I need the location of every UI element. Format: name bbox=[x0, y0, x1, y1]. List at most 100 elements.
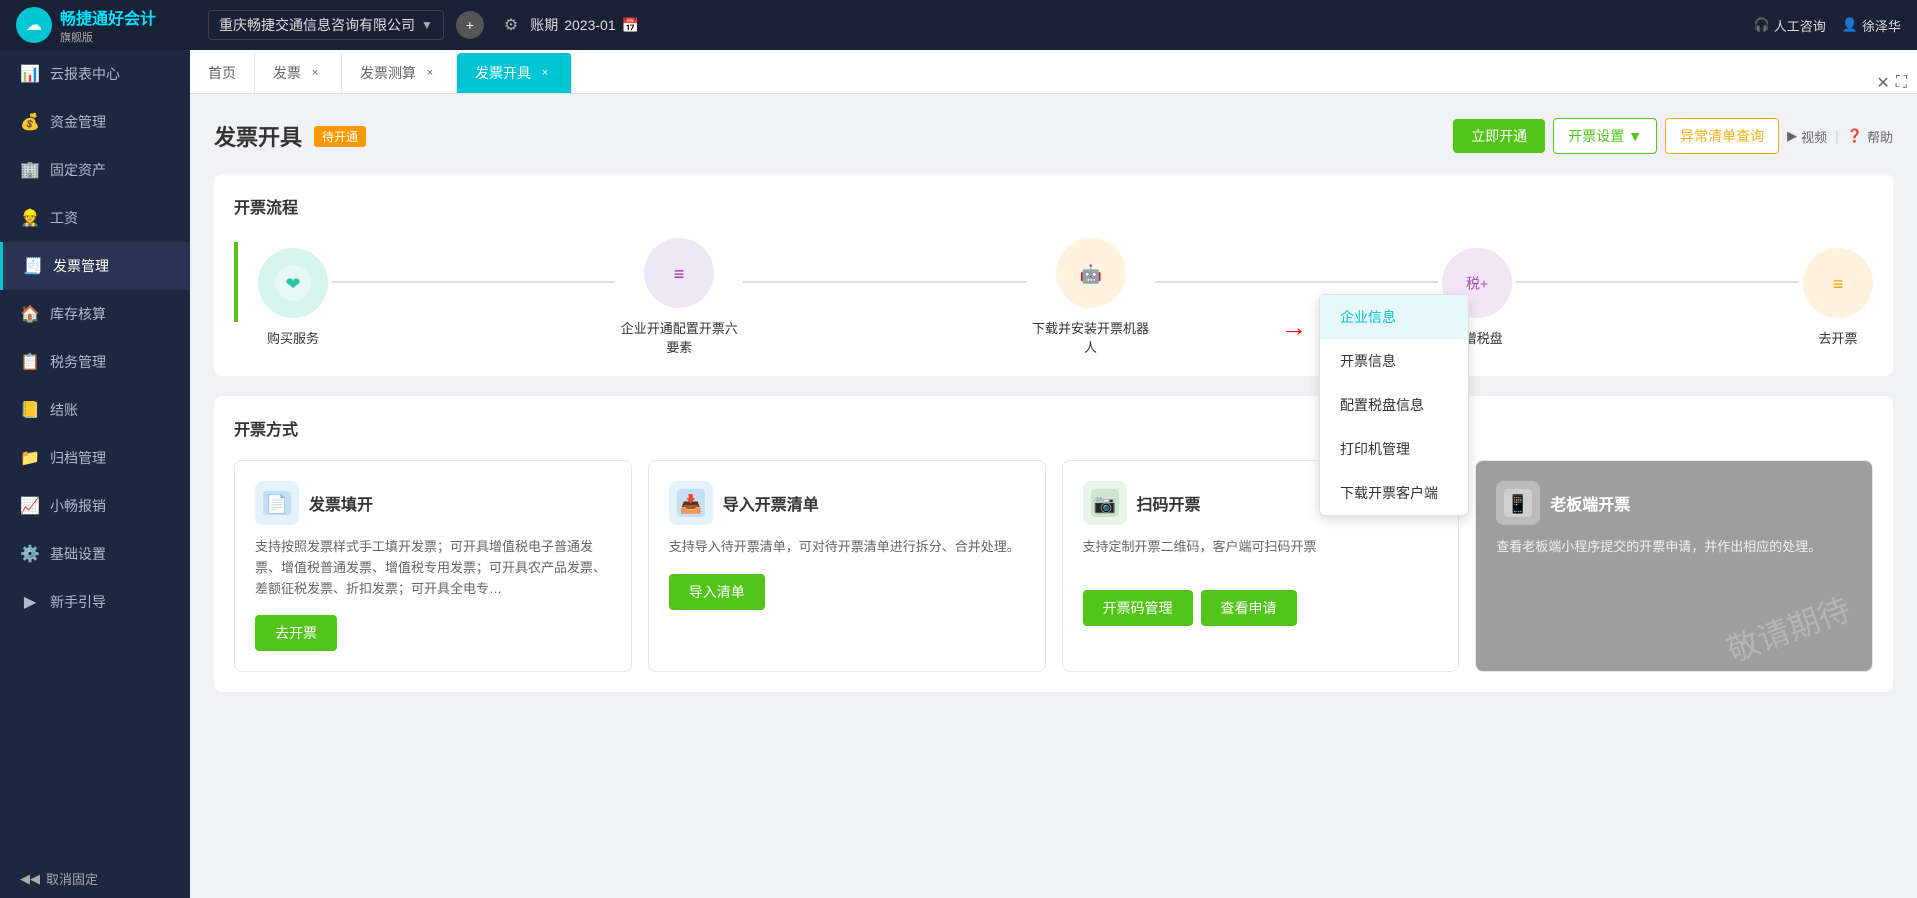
company-name: 重庆畅捷交通信息咨询有限公司 bbox=[219, 15, 415, 35]
period-label: 账期 bbox=[530, 15, 558, 35]
method-2-button[interactable]: 导入清单 bbox=[669, 574, 765, 610]
flow-connector-3 bbox=[1155, 281, 1438, 283]
human-consult-button[interactable]: 🎧 人工咨询 bbox=[1754, 16, 1826, 35]
tab-invoice-calc[interactable]: 发票测算 × bbox=[342, 53, 457, 93]
red-arrow-indicator: → bbox=[1281, 312, 1307, 343]
sidebar-label-settle: 结账 bbox=[50, 400, 78, 420]
sidebar-item-guide[interactable]: ▶ 新手引导 bbox=[0, 578, 190, 626]
method-1-icon: 📄 bbox=[255, 481, 299, 525]
logo-area: ☁ 畅捷通好会计 旗舰版 bbox=[16, 5, 196, 45]
video-label: 视频 bbox=[1801, 127, 1827, 146]
svg-text:税+: 税+ bbox=[1466, 275, 1488, 291]
sidebar-label-cloud-report: 云报表中心 bbox=[50, 64, 120, 84]
svg-text:📱: 📱 bbox=[1507, 493, 1529, 514]
method-3-button-apply[interactable]: 查看申请 bbox=[1201, 590, 1297, 626]
period-badge: 账期 2023-01 📅 bbox=[530, 15, 639, 35]
flow-step-5-icon: ≡ bbox=[1803, 248, 1873, 318]
sidebar: 📊 云报表中心 💰 资金管理 🏢 固定资产 👷 工资 🧾 发票管理 🏠 库存核算… bbox=[0, 50, 190, 898]
flow-steps: ❤ 购买服务 ≡ 企业开通配置开票六要素 🤖 bbox=[234, 238, 1873, 356]
method-card-import-header: 📥 导入开票清单 bbox=[669, 481, 1025, 525]
flow-step-3: 🤖 下载并安装开票机器人 bbox=[1031, 238, 1151, 356]
flow-section: 开票流程 ❤ 购买服务 ≡ 企业开通配置开票六要素 bbox=[214, 174, 1893, 376]
page-title: 发票开具 bbox=[214, 120, 302, 152]
sidebar-item-archive[interactable]: 📁 归档管理 bbox=[0, 434, 190, 482]
tab-bar-expand-icon[interactable]: ⛶ bbox=[1896, 74, 1907, 92]
dropdown-item-printer[interactable]: 打印机管理 bbox=[1320, 427, 1468, 471]
status-badge: 待开通 bbox=[314, 126, 366, 147]
pin-icon: ◀◀ bbox=[20, 871, 40, 887]
method-1-title: 发票填开 bbox=[309, 491, 373, 515]
method-4-icon: 📱 bbox=[1496, 481, 1540, 525]
tab-invoice-calc-close[interactable]: × bbox=[422, 65, 438, 81]
chart-up-icon: 📈 bbox=[20, 496, 40, 516]
sidebar-item-inventory[interactable]: 🏠 库存核算 bbox=[0, 290, 190, 338]
sidebar-label-expense: 小畅报销 bbox=[50, 496, 106, 516]
tab-invoice-open[interactable]: 发票开具 × bbox=[457, 53, 572, 93]
main-layout: 📊 云报表中心 💰 资金管理 🏢 固定资产 👷 工资 🧾 发票管理 🏠 库存核算… bbox=[0, 50, 1917, 898]
methods-section: 开票方式 📄 发票填开 支持按照发票样式手工填开发票；可开具增值税电子普通发票、… bbox=[214, 396, 1893, 692]
invoice-settings-button[interactable]: 开票设置 ▼ bbox=[1553, 118, 1657, 154]
add-tab-button[interactable]: + bbox=[456, 11, 484, 39]
tab-invoice-close[interactable]: × bbox=[307, 65, 323, 81]
svg-text:≡: ≡ bbox=[674, 264, 685, 284]
sidebar-item-expense[interactable]: 📈 小畅报销 bbox=[0, 482, 190, 530]
method-3-button-qr[interactable]: 开票码管理 bbox=[1083, 590, 1193, 626]
sidebar-label-fund-mgmt: 资金管理 bbox=[50, 112, 106, 132]
sidebar-item-fixed-assets[interactable]: 🏢 固定资产 bbox=[0, 146, 190, 194]
user-profile-button[interactable]: 👤 徐泽华 bbox=[1842, 16, 1901, 35]
sidebar-item-settle[interactable]: 📒 结账 bbox=[0, 386, 190, 434]
help-label: 帮助 bbox=[1867, 127, 1893, 146]
company-selector[interactable]: 重庆畅捷交通信息咨询有限公司 ▼ bbox=[208, 10, 444, 40]
sidebar-label-salary: 工资 bbox=[50, 208, 78, 228]
sidebar-item-salary[interactable]: 👷 工资 bbox=[0, 194, 190, 242]
dropdown-item-invoice-info[interactable]: 开票信息 bbox=[1320, 339, 1468, 383]
sidebar-label-invoice-mgmt: 发票管理 bbox=[53, 256, 109, 276]
dropdown-item-download-client[interactable]: 下载开票客户端 bbox=[1320, 471, 1468, 515]
activate-button[interactable]: 立即开通 bbox=[1453, 119, 1545, 153]
method-card-boss-header: 📱 老板端开票 bbox=[1496, 481, 1852, 525]
flow-step-3-label: 下载并安装开票机器人 bbox=[1031, 318, 1151, 356]
flow-connector-1 bbox=[332, 281, 615, 283]
help-button[interactable]: ❓ 帮助 bbox=[1847, 127, 1893, 146]
sidebar-item-tax-mgmt[interactable]: 📋 税务管理 bbox=[0, 338, 190, 386]
dropdown-arrow-icon: ▼ bbox=[421, 18, 433, 32]
content-area: 首页 发票 × 发票测算 × 发票开具 × ✕ ⛶ 发票开具 bbox=[190, 50, 1917, 898]
top-header: ☁ 畅捷通好会计 旗舰版 重庆畅捷交通信息咨询有限公司 ▼ + ⚙ 账期 202… bbox=[0, 0, 1917, 50]
tab-invoice-open-label: 发票开具 bbox=[475, 63, 531, 83]
sidebar-item-settings[interactable]: ⚙️ 基础设置 bbox=[0, 530, 190, 578]
dropdown-item-tax-disk[interactable]: 配置税盘信息 bbox=[1320, 383, 1468, 427]
tab-invoice[interactable]: 发票 × bbox=[255, 53, 342, 93]
method-1-desc: 支持按照发票样式手工填开发票；可开具增值税电子普通发票、增值税普通发票、增值税专… bbox=[255, 537, 611, 599]
method-2-desc: 支持导入待开票清单，可对待开票清单进行拆分、合并处理。 bbox=[669, 537, 1025, 558]
sidebar-label-settings: 基础设置 bbox=[50, 544, 106, 564]
sidebar-label-guide: 新手引导 bbox=[50, 592, 106, 612]
settings-icon[interactable]: ⚙ bbox=[504, 15, 518, 35]
abnormal-query-button[interactable]: 异常清单查询 bbox=[1665, 118, 1779, 154]
flow-step-2-icon: ≡ bbox=[644, 238, 714, 308]
tab-invoice-label: 发票 bbox=[273, 63, 301, 83]
method-card-manual: 📄 发票填开 支持按照发票样式手工填开发票；可开具增值税电子普通发票、增值税普通… bbox=[234, 460, 632, 672]
method-2-title: 导入开票清单 bbox=[723, 491, 819, 515]
tab-home[interactable]: 首页 bbox=[190, 53, 255, 93]
sidebar-label-inventory: 库存核算 bbox=[50, 304, 106, 324]
method-1-button[interactable]: 去开票 bbox=[255, 615, 337, 651]
method-3-desc: 支持定制开票二维码，客户端可扫码开票 bbox=[1083, 537, 1439, 558]
tab-invoice-open-close[interactable]: × bbox=[537, 65, 553, 81]
human-consult-label: 人工咨询 bbox=[1774, 16, 1826, 35]
video-button[interactable]: ▶ 视频 bbox=[1787, 127, 1827, 146]
tab-invoice-calc-label: 发票测算 bbox=[360, 63, 416, 83]
sidebar-item-fund-mgmt[interactable]: 💰 资金管理 bbox=[0, 98, 190, 146]
sidebar-cancel-pin[interactable]: ◀◀ 取消固定 bbox=[0, 859, 190, 898]
dropdown-item-company-info[interactable]: 企业信息 bbox=[1320, 295, 1468, 339]
method-3-title: 扫码开票 bbox=[1137, 491, 1201, 515]
sidebar-item-invoice-mgmt[interactable]: 🧾 发票管理 bbox=[0, 242, 190, 290]
invoice-icon: 🧾 bbox=[23, 256, 43, 276]
worker-icon: 👷 bbox=[20, 208, 40, 228]
flow-step-1-label: 购买服务 bbox=[267, 328, 319, 347]
tab-bar-close-icon[interactable]: ✕ bbox=[1876, 73, 1889, 93]
logo-subtitle: 旗舰版 bbox=[60, 29, 156, 45]
method-4-desc: 查看老板端小程序提交的开票申请，并作出相应的处理。 bbox=[1496, 537, 1852, 558]
sidebar-item-cloud-report[interactable]: 📊 云报表中心 bbox=[0, 50, 190, 98]
page-content: 发票开具 待开通 立即开通 开票设置 ▼ 异常清单查询 ▶ 视频 | ❓ bbox=[190, 94, 1917, 898]
tax-icon: 📋 bbox=[20, 352, 40, 372]
